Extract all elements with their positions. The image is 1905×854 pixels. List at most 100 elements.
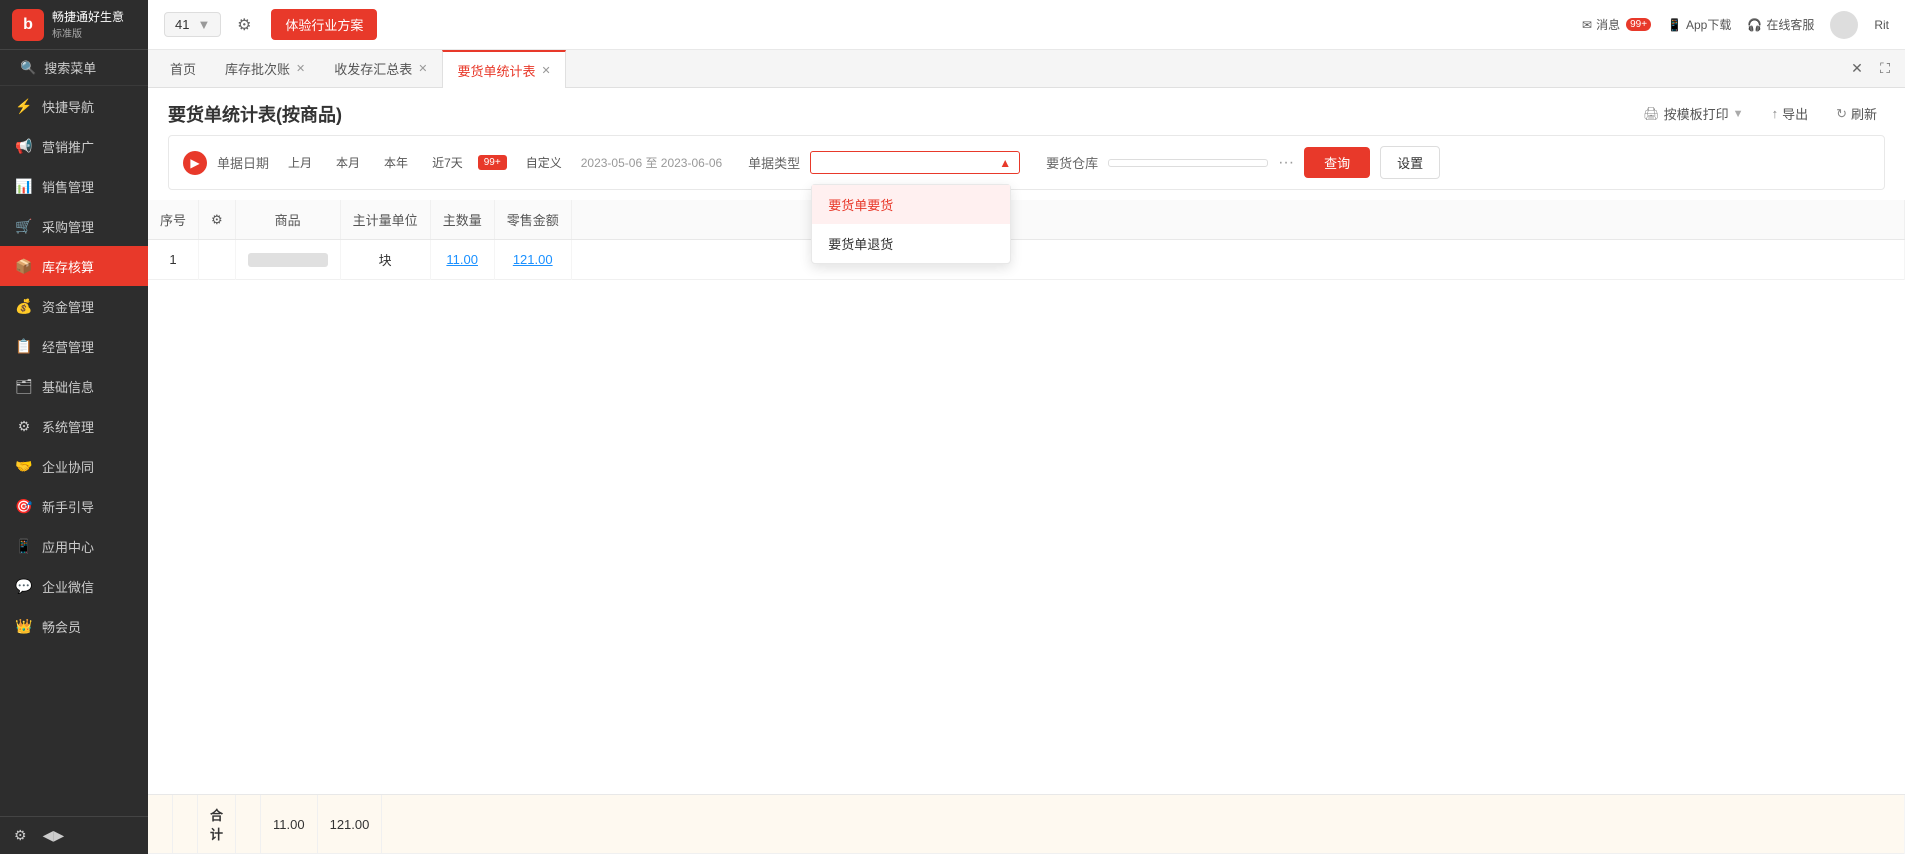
content-area: 要货单统计表(按商品) 🖨 按模板打印 ▼ ↑ 导出 ↻ 刷新 ▶ <box>148 88 1905 854</box>
tab-order-summary[interactable]: 要货单统计表 ✕ <box>442 50 565 88</box>
trial-button[interactable]: 体验行业方案 <box>271 9 377 40</box>
sidebar-item-finance[interactable]: 💰 资金管理 <box>0 286 148 326</box>
nav-icon-member: 👑 <box>14 616 34 636</box>
export-btn[interactable]: ↑ 导出 <box>1764 100 1817 127</box>
search-icon: 🔍 <box>20 60 36 76</box>
dropdown-item-order-return[interactable]: 要货单退货 <box>812 224 1010 263</box>
date-more-btn[interactable]: 99+ <box>478 155 507 170</box>
download-label: App下载 <box>1686 16 1731 33</box>
tab-order-summary-close[interactable]: ✕ <box>542 64 551 77</box>
print-btn[interactable]: 🖨 按模板打印 ▼ <box>1635 100 1751 127</box>
messages-action[interactable]: ✉ 消息 99+ <box>1582 16 1651 33</box>
nav-icon-sales: 📊 <box>14 176 34 196</box>
expand-filter-btn[interactable]: ▶ <box>183 151 207 175</box>
sidebar-logo: b 畅捷通好生意 标准版 <box>0 0 148 50</box>
sidebar-item-app-center[interactable]: 📱 应用中心 <box>0 526 148 566</box>
tab-order-summary-label: 要货单统计表 <box>457 61 535 80</box>
nav-label-inventory: 库存核算 <box>42 257 94 276</box>
dropdown-item-order-goods[interactable]: 要货单要货 <box>812 185 1010 224</box>
top-header: 41 ▼ ⚙ 体验行业方案 ✉ 消息 99+ 📱 App下载 🎧 在线客服 Ri… <box>148 0 1905 50</box>
warehouse-select-box[interactable] <box>1108 159 1268 167</box>
nav-icon-guide: 🎯 <box>14 496 34 516</box>
query-button[interactable]: 查询 <box>1304 147 1370 178</box>
sidebar-item-business[interactable]: 📋 经营管理 <box>0 326 148 366</box>
nav-label-enterprise: 企业协同 <box>42 457 94 476</box>
nav-label-business: 经营管理 <box>42 337 94 356</box>
nav-icon-marketing: 📢 <box>14 136 34 156</box>
custom-date-btn[interactable]: 自定义 <box>517 150 571 175</box>
date-shortcuts: 上月 本月 本年 近7天 99+ <box>279 150 507 175</box>
nav-icon-wechat: 💬 <box>14 576 34 596</box>
data-table: 序号 ⚙ 商品 主计量单位 主数量 零售金额 1 <box>148 200 1905 280</box>
col-gear: ⚙ <box>199 200 236 240</box>
tab-receive-summary-close[interactable]: ✕ <box>418 62 427 75</box>
collapse-icon[interactable]: ◀▶ <box>43 827 65 844</box>
cell-amount: 121.00 <box>494 240 571 280</box>
sidebar-item-guide[interactable]: 🎯 新手引导 <box>0 486 148 526</box>
filter-bar: ▶ 单据日期 上月 本月 本年 近7天 99+ 自定义 2023-05-06 至… <box>168 135 1885 190</box>
date-range: 2023-05-06 至 2023-06-06 <box>581 154 722 171</box>
nav-icon-inventory: 📦 <box>14 256 34 276</box>
settings-icon[interactable]: ⚙ <box>14 827 27 844</box>
type-filter-label: 单据类型 <box>748 153 800 172</box>
cell-product <box>235 240 340 280</box>
sidebar-item-enterprise[interactable]: 🤝 企业协同 <box>0 446 148 486</box>
sidebar-item-system[interactable]: ⚙ 系统管理 <box>0 406 148 446</box>
search-menu[interactable]: 🔍 搜索菜单 <box>0 50 148 86</box>
sidebar-item-sales[interactable]: 📊 销售管理 <box>0 166 148 206</box>
type-dropdown: 要货单要货 要货单退货 <box>811 184 1011 264</box>
sidebar-item-quick-nav[interactable]: ⚡ 快捷导航 <box>0 86 148 126</box>
user-avatar[interactable] <box>1830 11 1858 39</box>
cell-extra <box>571 240 1904 280</box>
type-select-box[interactable]: ▲ 要货单要货 要货单退货 <box>810 151 1020 174</box>
qty-link[interactable]: 11.00 <box>446 252 478 267</box>
nav-label-finance: 资金管理 <box>42 297 94 316</box>
nav-icon-enterprise: 🤝 <box>14 456 34 476</box>
refresh-btn[interactable]: ↻ 刷新 <box>1828 100 1885 127</box>
sidebar-item-purchase[interactable]: 🛒 采购管理 <box>0 206 148 246</box>
tab-restore-btn[interactable]: ⛶ <box>1873 57 1897 81</box>
search-label: 搜索菜单 <box>44 58 96 77</box>
sidebar-item-wechat[interactable]: 💬 企业微信 <box>0 566 148 606</box>
col-extra <box>571 200 1904 240</box>
type-select-arrow-icon: ▲ <box>999 156 1011 170</box>
summary-qty: 11.00 <box>261 795 318 854</box>
user-name: Rit <box>1874 18 1889 32</box>
tab-home[interactable]: 首页 <box>156 50 211 88</box>
date-btn-this-year[interactable]: 本年 <box>375 150 417 175</box>
filter-more-icon[interactable]: ··· <box>1278 154 1294 172</box>
sidebar-item-inventory[interactable]: 📦 库存核算 <box>0 246 148 286</box>
tab-inventory-batch[interactable]: 库存批次账 ✕ <box>211 50 320 88</box>
tab-inventory-batch-label: 库存批次账 <box>225 59 290 78</box>
type-select-input[interactable] <box>819 155 999 170</box>
col-unit: 主计量单位 <box>340 200 430 240</box>
date-btn-this-month[interactable]: 本月 <box>327 150 369 175</box>
nav-label-sales: 销售管理 <box>42 177 94 196</box>
cell-gear <box>199 240 236 280</box>
tab-receive-summary[interactable]: 收发存汇总表 ✕ <box>320 50 442 88</box>
company-selector[interactable]: 41 ▼ <box>164 12 221 37</box>
date-btn-last-month[interactable]: 上月 <box>279 150 321 175</box>
settings-gear-btn[interactable]: ⚙ <box>229 10 259 40</box>
tab-close-all-btn[interactable]: ✕ <box>1845 57 1869 81</box>
sidebar-item-marketing[interactable]: 📢 营销推广 <box>0 126 148 166</box>
download-action[interactable]: 📱 App下载 <box>1667 16 1731 33</box>
header-left: 41 ▼ ⚙ 体验行业方案 <box>164 9 1582 40</box>
sidebar-item-member[interactable]: 👑 畅会员 <box>0 606 148 646</box>
support-action[interactable]: 🎧 在线客服 <box>1747 16 1814 33</box>
tab-inventory-batch-close[interactable]: ✕ <box>296 62 305 75</box>
nav-icon-system: ⚙ <box>14 416 34 436</box>
settings-button[interactable]: 设置 <box>1380 146 1440 179</box>
date-btn-7days[interactable]: 近7天 <box>423 150 472 175</box>
tab-home-label: 首页 <box>170 59 196 78</box>
support-label: 在线客服 <box>1766 16 1814 33</box>
nav-label-system: 系统管理 <box>42 417 94 436</box>
nav-icon-quick-nav: ⚡ <box>14 96 34 116</box>
col-index: 序号 <box>148 200 199 240</box>
nav-label-app-center: 应用中心 <box>42 537 94 556</box>
nav-label-marketing: 营销推广 <box>42 137 94 156</box>
messages-label: 消息 <box>1596 16 1620 33</box>
sidebar-item-basic[interactable]: 🗂 基础信息 <box>0 366 148 406</box>
cell-index: 1 <box>148 240 199 280</box>
amount-link[interactable]: 121.00 <box>513 252 553 267</box>
